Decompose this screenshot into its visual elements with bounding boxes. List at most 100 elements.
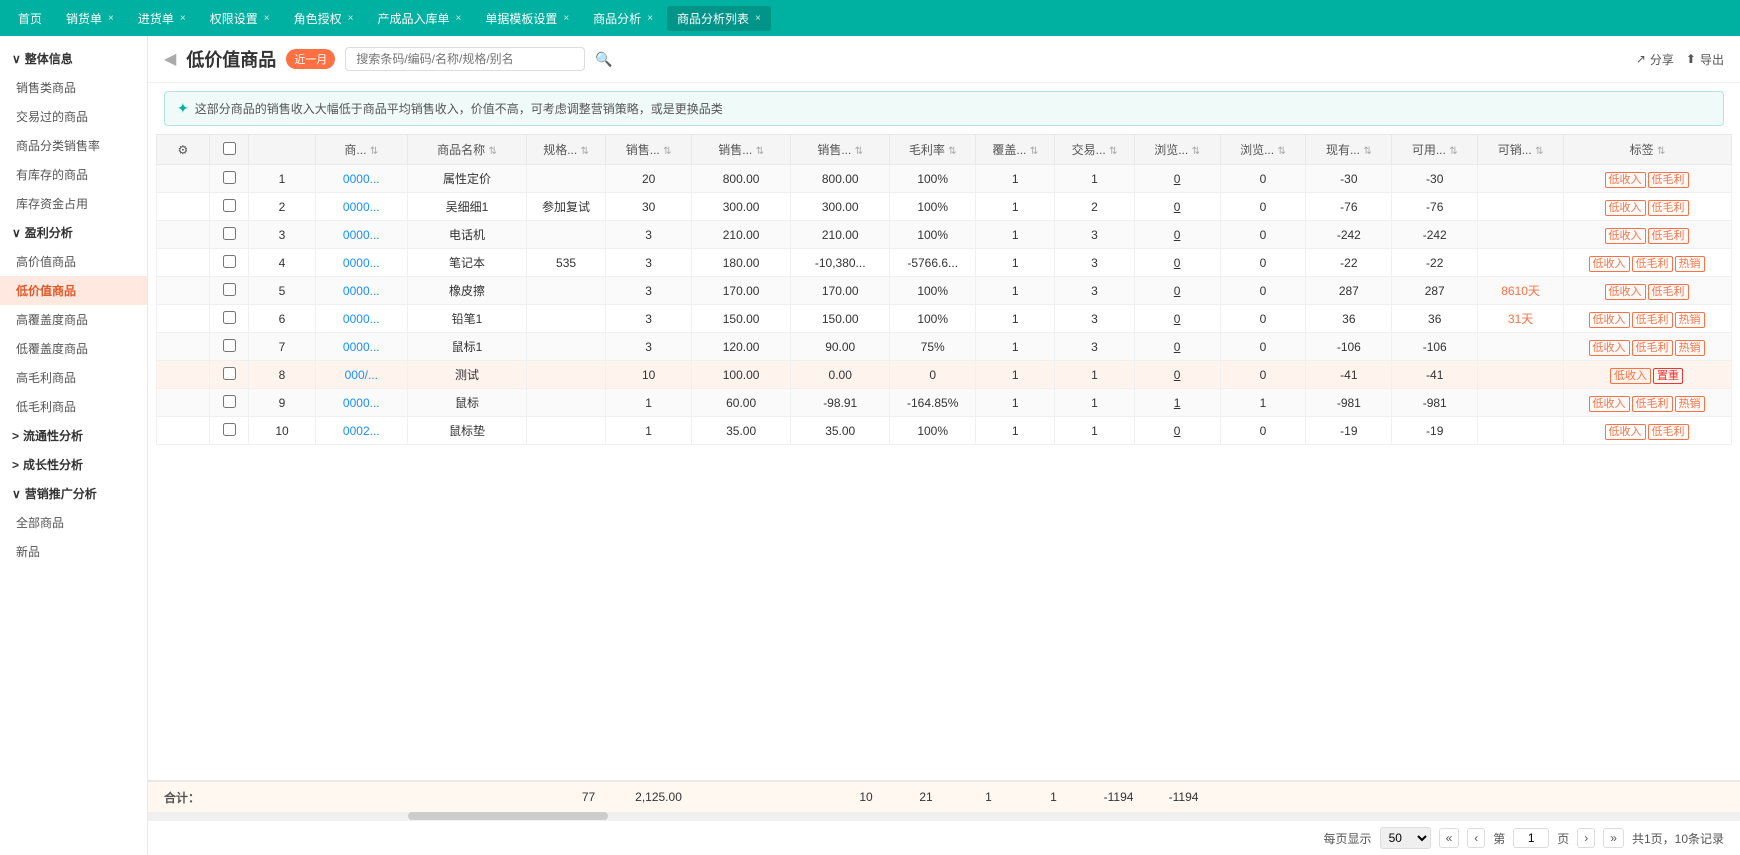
row-checkbox[interactable] [223,255,236,268]
sidebar-item-high-value[interactable]: 高价值商品 [0,247,147,276]
col-settings[interactable]: ⚙ [157,135,210,165]
sidebar-group-overall[interactable]: ∨ 整体信息 [0,44,147,73]
row-checkbox[interactable] [223,199,236,212]
per-page-select[interactable]: 50 100 200 [1380,827,1431,849]
current-page-input[interactable] [1513,828,1549,848]
close-icon[interactable]: × [180,13,186,24]
row-browse1[interactable]: 0 [1134,361,1220,389]
next-page-button[interactable]: › [1577,828,1595,848]
row-browse1[interactable]: 0 [1134,221,1220,249]
col-saleable-header[interactable]: 可销... ⇅ [1478,135,1564,165]
row-browse1[interactable]: 0 [1134,193,1220,221]
nav-permission[interactable]: 权限设置 × [200,6,280,31]
sidebar-collapse-button[interactable]: ◀ [164,49,176,69]
row-code[interactable]: 0000... [315,277,407,305]
col-code-header[interactable]: 商... ⇅ [315,135,407,165]
prev-page-button[interactable]: ‹ [1467,828,1485,848]
col-tags-header[interactable]: 标签 ⇅ [1564,135,1732,165]
nav-home[interactable]: 首页 [8,6,52,31]
date-filter-badge[interactable]: 近一月 [286,49,335,69]
sidebar-item-low-value[interactable]: 低价值商品 [0,276,147,305]
row-code[interactable]: 0000... [315,333,407,361]
col-checkbox[interactable] [209,135,249,165]
search-icon[interactable]: 🔍 [595,51,612,68]
row-checkbox[interactable] [223,367,236,380]
row-checkbox[interactable] [223,311,236,324]
sidebar-item-high-profit[interactable]: 高毛利商品 [0,363,147,392]
share-button[interactable]: ↗ 分享 [1636,51,1674,68]
col-spec-header[interactable]: 规格... ⇅ [526,135,605,165]
row-checkbox[interactable] [223,395,236,408]
row-browse1[interactable]: 1 [1134,389,1220,417]
page-title: 低价值商品 [186,46,276,72]
sidebar-item-category-rate[interactable]: 商品分类销售率 [0,131,147,160]
nav-template-settings[interactable]: 单据模板设置 × [475,6,579,31]
sidebar-item-high-coverage[interactable]: 高覆盖度商品 [0,305,147,334]
row-code[interactable]: 0000... [315,165,407,193]
col-cover-header[interactable]: 覆盖... ⇅ [976,135,1055,165]
col-name-header[interactable]: 商品名称 ⇅ [408,135,527,165]
row-browse1[interactable]: 0 [1134,277,1220,305]
sidebar-item-low-profit[interactable]: 低毛利商品 [0,392,147,421]
close-icon[interactable]: × [108,13,114,24]
close-icon[interactable]: × [755,13,761,24]
first-page-button[interactable]: « [1439,828,1460,848]
close-icon[interactable]: × [455,13,461,24]
nav-product-analysis[interactable]: 商品分析 × [583,6,663,31]
sidebar-item-sales-products[interactable]: 销售类商品 [0,73,147,102]
close-icon[interactable]: × [264,13,270,24]
row-browse1[interactable]: 0 [1134,417,1220,445]
export-button[interactable]: ⬆ 导出 [1686,51,1724,68]
row-code[interactable]: 0000... [315,221,407,249]
sidebar-item-all-products[interactable]: 全部商品 [0,508,147,537]
row-browse1[interactable]: 0 [1134,333,1220,361]
col-trade-header[interactable]: 交易... ⇅ [1055,135,1134,165]
close-icon[interactable]: × [348,13,354,24]
sidebar-item-stocked-products[interactable]: 有库存的商品 [0,160,147,189]
row-code[interactable]: 0002... [315,417,407,445]
horizontal-scrollbar[interactable] [148,812,1740,820]
col-gross-header[interactable]: 毛利率 ⇅ [890,135,976,165]
sidebar-group-circulation[interactable]: > 流通性分析 [0,421,147,450]
nav-purchase-order[interactable]: 进货单 × [128,6,196,31]
sidebar-item-stock-capital[interactable]: 库存资金占用 [0,189,147,218]
table-wrapper[interactable]: ⚙ 商... ⇅ 商品名称 ⇅ 规格... ⇅ 销售... ⇅ 销售... ⇅ … [148,134,1740,780]
row-browse1[interactable]: 0 [1134,249,1220,277]
col-browse1-header[interactable]: 浏览... ⇅ [1134,135,1220,165]
row-checkbox[interactable] [223,283,236,296]
close-icon[interactable]: × [563,13,569,24]
row-checkbox[interactable] [223,171,236,184]
row-code[interactable]: 0000... [315,389,407,417]
col-sale-amt-header[interactable]: 销售... ⇅ [692,135,791,165]
last-page-button[interactable]: » [1603,828,1624,848]
nav-product-analysis-list[interactable]: 商品分析列表 × [667,6,771,31]
nav-role-auth[interactable]: 角色授权 × [284,6,364,31]
close-icon[interactable]: × [647,13,653,24]
row-browse1[interactable]: 0 [1134,165,1220,193]
search-input[interactable] [345,47,585,71]
row-code[interactable]: 0000... [315,193,407,221]
row-code[interactable]: 0000... [315,305,407,333]
nav-product-inbound[interactable]: 产成品入库单 × [367,6,471,31]
select-all-checkbox[interactable] [223,142,236,155]
col-sale-amt2-header[interactable]: 销售... ⇅ [791,135,890,165]
sidebar-item-traded-products[interactable]: 交易过的商品 [0,102,147,131]
row-browse1[interactable]: 0 [1134,305,1220,333]
row-sale-amt2: 170.00 [791,277,890,305]
row-code[interactable]: 000/... [315,361,407,389]
row-checkbox[interactable] [223,339,236,352]
col-browse2-header[interactable]: 浏览... ⇅ [1220,135,1306,165]
sidebar-item-low-coverage[interactable]: 低覆盖度商品 [0,334,147,363]
row-checkbox[interactable] [223,423,236,436]
sidebar-item-new-products[interactable]: 新品 [0,537,147,566]
row-code[interactable]: 0000... [315,249,407,277]
scrollbar-thumb[interactable] [408,812,608,820]
sidebar-group-growth[interactable]: > 成长性分析 [0,450,147,479]
sidebar-group-profit[interactable]: ∨ 盈利分析 [0,218,147,247]
col-available-header[interactable]: 可用... ⇅ [1392,135,1478,165]
nav-sales-order[interactable]: 销货单 × [56,6,124,31]
row-checkbox[interactable] [223,227,236,240]
col-stock-header[interactable]: 现有... ⇅ [1306,135,1392,165]
sidebar-group-marketing[interactable]: ∨ 营销推广分析 [0,479,147,508]
col-qty-header[interactable]: 销售... ⇅ [606,135,692,165]
